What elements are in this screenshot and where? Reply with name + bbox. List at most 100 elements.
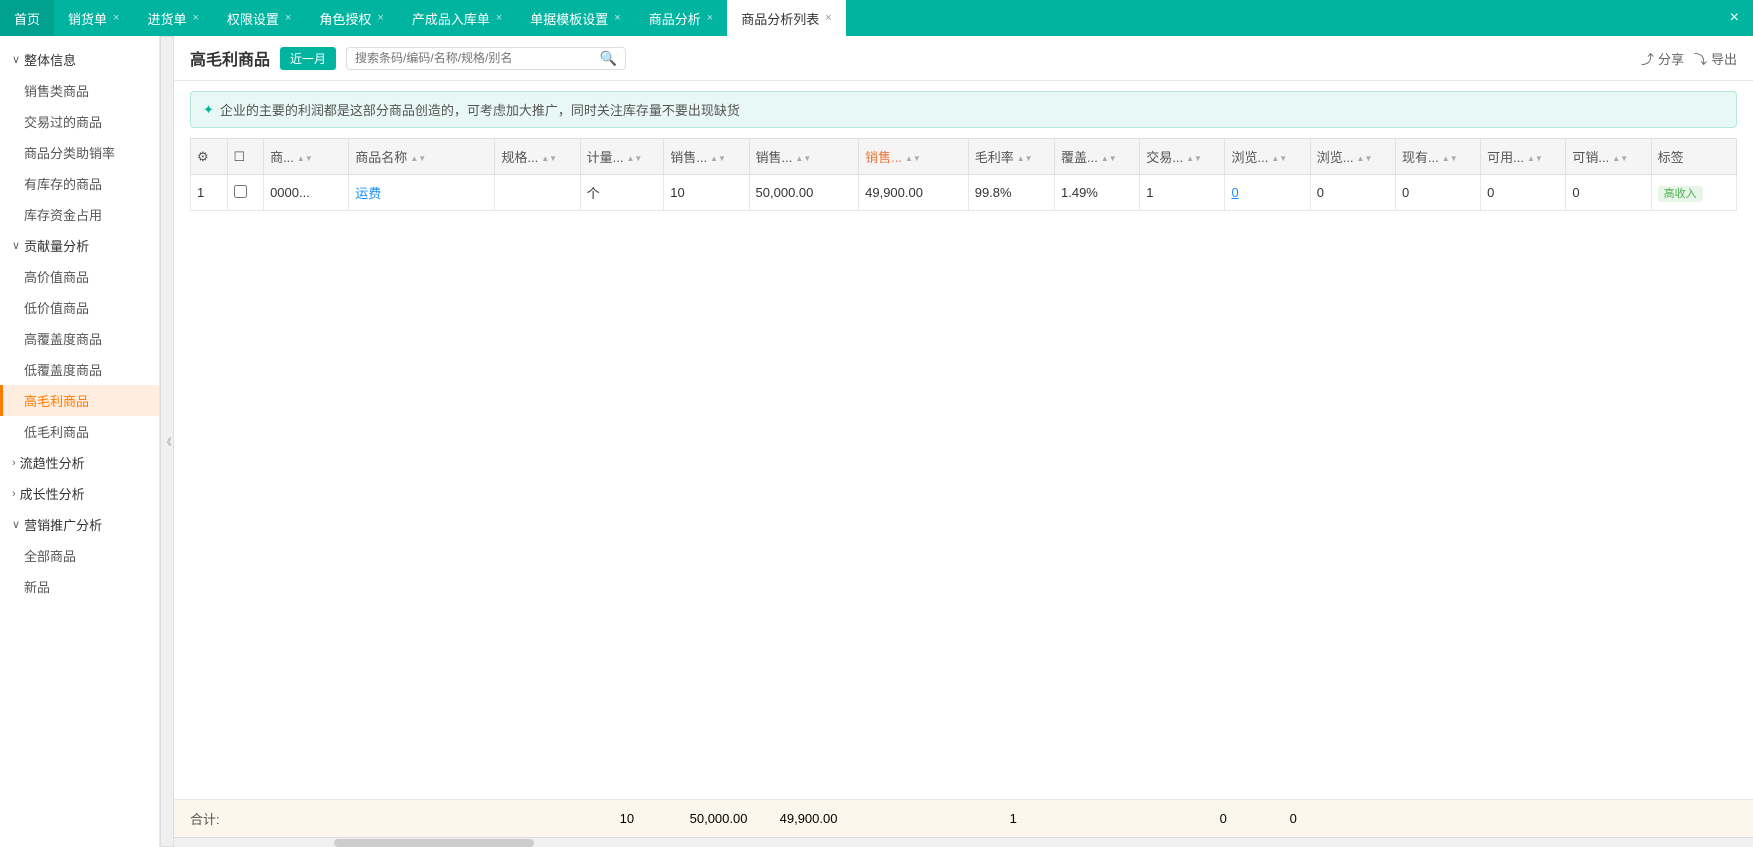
nav-sales-order[interactable]: 销货单 × — [54, 0, 133, 36]
arrow-icon-5: ∨ — [12, 518, 20, 531]
footer-transaction: 1 — [1010, 811, 1080, 826]
cell-browse1[interactable]: 0 — [1225, 175, 1310, 211]
sidebar-group-growth[interactable]: › 成长性分析 — [0, 478, 159, 509]
nav-close-product-inbound[interactable]: × — [496, 12, 502, 24]
col-stock-saleable[interactable]: 可销...▲▼ — [1566, 139, 1651, 175]
col-stock-current[interactable]: 现有...▲▼ — [1395, 139, 1480, 175]
nav-close-role[interactable]: × — [377, 12, 383, 24]
search-button[interactable]: 🔍 — [600, 50, 617, 67]
sidebar-item-category-rate[interactable]: 商品分类助销率 — [0, 137, 159, 168]
arrow-icon: ∨ — [12, 53, 20, 66]
cell-transaction: 1 — [1140, 175, 1225, 211]
nav-permission[interactable]: 权限设置 × — [213, 0, 305, 36]
col-unit[interactable]: 计量...▲▼ — [580, 139, 664, 175]
share-button[interactable]: ⤴ 分享 — [1641, 49, 1684, 68]
filter-month-button[interactable]: 近一月 — [280, 47, 336, 70]
horizontal-scrollbar[interactable] — [174, 837, 1753, 847]
nav-close-all[interactable]: × — [1716, 0, 1753, 36]
sidebar-item-new-goods[interactable]: 新品 — [0, 571, 159, 602]
nav-close-analysis[interactable]: × — [707, 12, 713, 24]
table-row: 1 0000... 运费 个 10 50,000.00 49,900.00 99… — [191, 175, 1737, 211]
col-browse2[interactable]: 浏览...▲▼ — [1310, 139, 1395, 175]
nav-home[interactable]: 首页 — [0, 0, 54, 36]
col-sales-qty[interactable]: 销售...▲▼ — [664, 139, 749, 175]
nav-template[interactable]: 单据模板设置 × — [516, 0, 634, 36]
sidebar-item-all-goods[interactable]: 全部商品 — [0, 540, 159, 571]
arrow-icon-2: ∨ — [12, 239, 20, 252]
sidebar-item-high-margin[interactable]: 高毛利商品 — [0, 385, 159, 416]
sidebar-item-low-coverage[interactable]: 低覆盖度商品 — [0, 354, 159, 385]
col-tag[interactable]: 标签 — [1651, 139, 1736, 175]
sidebar-item-in-stock[interactable]: 有库存的商品 — [0, 168, 159, 199]
nav-role-auth[interactable]: 角色授权 × — [305, 0, 397, 36]
sidebar-group-contribution-items: 高价值商品 低价值商品 高覆盖度商品 低覆盖度商品 高毛利商品 低毛利商品 — [0, 261, 159, 447]
header-actions: ⤴ 分享 ⤵ 导出 — [1641, 49, 1737, 68]
nav-close-sales[interactable]: × — [113, 12, 119, 24]
content-header: 高毛利商品 近一月 🔍 ⤴ 分享 ⤵ 导出 — [174, 36, 1753, 81]
footer-sales-cost: 49,900.00 — [780, 811, 870, 826]
cell-gross-rate: 99.8% — [968, 175, 1054, 211]
col-code[interactable]: 商...▲▼ — [264, 139, 349, 175]
sidebar-item-sales-goods[interactable]: 销售类商品 — [0, 75, 159, 106]
nav-analysis-list[interactable]: 商品分析列表 × — [727, 0, 845, 36]
search-input[interactable] — [355, 51, 600, 65]
footer-label: 合计: — [190, 809, 220, 828]
footer-summary: 合计: 10 50,000.00 49,900.00 1 0 0 — [174, 799, 1753, 837]
sidebar-collapse-button[interactable]: 《 — [160, 36, 174, 847]
nav-close-template[interactable]: × — [614, 12, 620, 24]
footer-sales-qty: 10 — [620, 811, 690, 826]
scrollbar-thumb[interactable] — [334, 839, 534, 847]
footer-stock-current: 0 — [1220, 811, 1290, 826]
cell-checkbox[interactable] — [227, 175, 264, 211]
col-sales-cost[interactable]: 销售...▲▼ — [859, 139, 969, 175]
cell-coverage: 1.49% — [1055, 175, 1140, 211]
col-browse1[interactable]: 浏览...▲▼ — [1225, 139, 1310, 175]
sidebar-item-stock-capital[interactable]: 库存资金占用 — [0, 199, 159, 230]
sidebar-item-low-value[interactable]: 低价值商品 — [0, 292, 159, 323]
col-coverage[interactable]: 覆盖...▲▼ — [1055, 139, 1140, 175]
cell-code: 0000... — [264, 175, 349, 211]
top-nav: 首页 销货单 × 进货单 × 权限设置 × 角色授权 × 产成品入库单 × 单据… — [0, 0, 1753, 36]
nav-purchase-order[interactable]: 进货单 × — [133, 0, 212, 36]
sidebar-item-traded-goods[interactable]: 交易过的商品 — [0, 106, 159, 137]
export-button[interactable]: ⤵ 导出 — [1694, 49, 1737, 68]
footer-stock-available: 0 — [1290, 811, 1360, 826]
data-table: ⚙ ☐ 商...▲▼ 商品名称▲▼ 规格...▲▼ 计量...▲▼ 销售...▲… — [190, 138, 1737, 211]
sidebar-group-overall-items: 销售类商品 交易过的商品 商品分类助销率 有库存的商品 库存资金占用 — [0, 75, 159, 230]
nav-product-analysis[interactable]: 商品分析 × — [635, 0, 727, 36]
nav-close-analysis-list[interactable]: × — [825, 12, 831, 24]
nav-product-inbound[interactable]: 产成品入库单 × — [398, 0, 516, 36]
sidebar-group-marketing-items: 全部商品 新品 — [0, 540, 159, 602]
share-icon: ⤴ — [1641, 49, 1654, 68]
main-layout: ∨ 整体信息 销售类商品 交易过的商品 商品分类助销率 有库存的商品 库存资金占… — [0, 36, 1753, 847]
cell-stock-available: 0 — [1481, 175, 1566, 211]
col-settings[interactable]: ⚙ — [191, 139, 228, 175]
nav-close-purchase[interactable]: × — [192, 12, 198, 24]
col-transaction[interactable]: 交易...▲▼ — [1140, 139, 1225, 175]
col-checkbox[interactable]: ☐ — [227, 139, 264, 175]
cell-stock-saleable: 0 — [1566, 175, 1651, 211]
arrow-icon-4: › — [12, 488, 16, 500]
cell-name[interactable]: 运费 — [349, 175, 495, 211]
sidebar-item-high-value[interactable]: 高价值商品 — [0, 261, 159, 292]
cell-sales-cost: 49,900.00 — [859, 175, 969, 211]
col-name[interactable]: 商品名称▲▼ — [349, 139, 495, 175]
col-stock-available[interactable]: 可用...▲▼ — [1481, 139, 1566, 175]
cell-stock-current: 0 — [1395, 175, 1480, 211]
sidebar-group-overall[interactable]: ∨ 整体信息 — [0, 44, 159, 75]
info-icon: ✦ — [203, 102, 214, 118]
sidebar-group-contribution[interactable]: ∨ 贡献量分析 — [0, 230, 159, 261]
col-gross-rate[interactable]: 毛利率▲▼ — [968, 139, 1054, 175]
arrow-icon-3: › — [12, 457, 16, 469]
footer-sales-amount: 50,000.00 — [690, 811, 780, 826]
page-title: 高毛利商品 — [190, 46, 270, 70]
cell-sales-qty: 10 — [664, 175, 749, 211]
sidebar-group-marketing[interactable]: ∨ 营销推广分析 — [0, 509, 159, 540]
sidebar-item-low-margin[interactable]: 低毛利商品 — [0, 416, 159, 447]
nav-close-permission[interactable]: × — [285, 12, 291, 24]
col-spec[interactable]: 规格...▲▼ — [495, 139, 580, 175]
cell-seq: 1 — [191, 175, 228, 211]
sidebar-item-high-coverage[interactable]: 高覆盖度商品 — [0, 323, 159, 354]
sidebar-group-trend[interactable]: › 流趋性分析 — [0, 447, 159, 478]
col-sales-amount[interactable]: 销售...▲▼ — [749, 139, 859, 175]
